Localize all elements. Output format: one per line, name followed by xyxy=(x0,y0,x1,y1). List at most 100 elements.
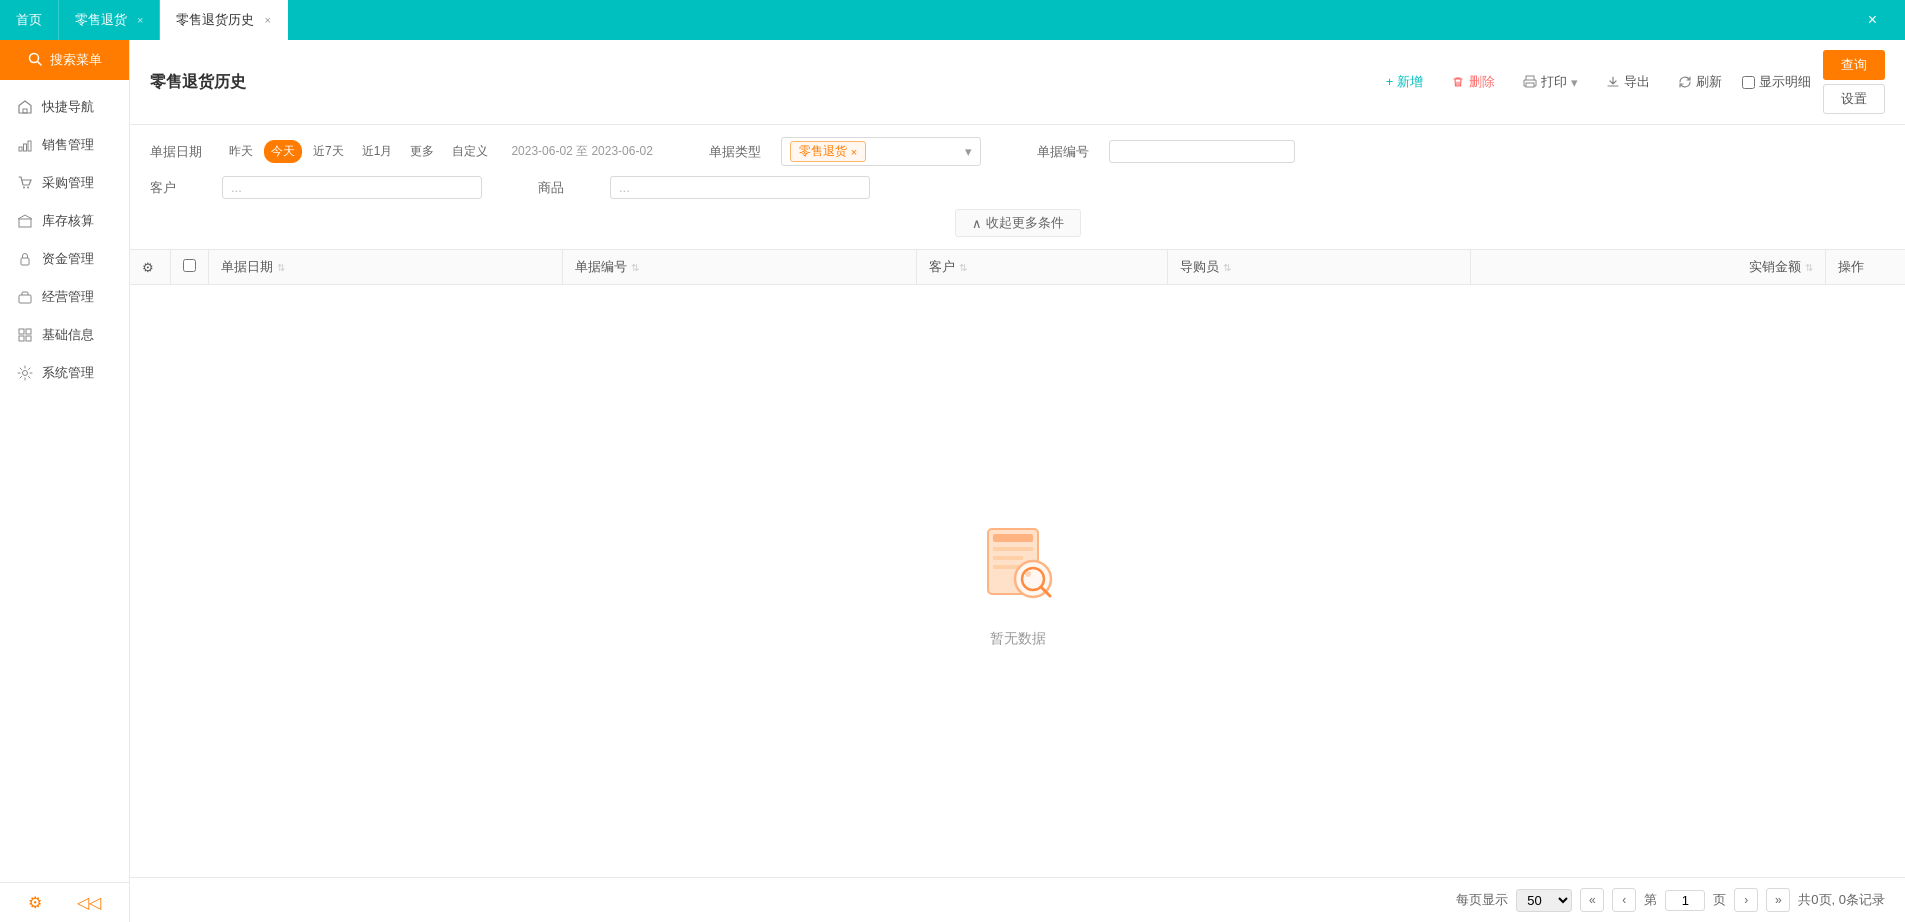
product-placeholder: ... xyxy=(619,180,630,195)
last-page-button[interactable]: » xyxy=(1766,888,1790,912)
svg-rect-9 xyxy=(21,258,29,265)
delete-button[interactable]: 删除 xyxy=(1443,69,1503,95)
sidebar: 搜索菜单 快捷导航 xyxy=(0,40,130,922)
svg-rect-5 xyxy=(28,141,31,151)
total-info: 共0页, 0条记录 xyxy=(1798,891,1885,909)
tab-retail-return-close[interactable]: × xyxy=(137,14,143,26)
page-header: 零售退货历史 + 新增 删除 打印 ▾ xyxy=(130,40,1905,125)
delete-icon xyxy=(1451,75,1465,89)
th-action: 操作 xyxy=(1825,250,1905,285)
tab-home[interactable]: 首页 xyxy=(0,0,59,40)
svg-rect-12 xyxy=(26,329,31,334)
filter-row-2: 客户 ... 商品 ... xyxy=(150,176,1885,199)
svg-rect-20 xyxy=(993,547,1033,551)
svg-rect-19 xyxy=(993,534,1033,542)
date-label: 单据日期 xyxy=(150,143,206,161)
page-input[interactable] xyxy=(1665,890,1705,911)
display-toggle: 显示明细 xyxy=(1742,73,1811,91)
tab-retail-return-history[interactable]: 零售退货历史 × xyxy=(160,0,287,40)
svg-point-7 xyxy=(27,187,29,189)
window-close-button[interactable]: × xyxy=(1856,11,1889,29)
doctype-select[interactable]: 零售退货 × ▾ xyxy=(781,137,981,166)
svg-rect-3 xyxy=(19,147,22,151)
new-button[interactable]: + 新增 xyxy=(1378,69,1431,95)
customer-select[interactable]: ... xyxy=(222,176,482,199)
product-label: 商品 xyxy=(538,179,594,197)
shopping-icon xyxy=(16,174,34,192)
date-btn-1month[interactable]: 近1月 xyxy=(355,140,400,163)
search-icon xyxy=(28,52,42,69)
th-guide: 导购员 ⇅ xyxy=(1168,250,1471,285)
page-unit: 页 xyxy=(1713,891,1726,909)
sort-icon-date: ⇅ xyxy=(277,262,285,273)
collapse-icon: ∧ xyxy=(972,216,982,231)
table-header-row: ⚙ 单据日期 ⇅ 单据编号 xyxy=(130,250,1905,285)
tab-retail-return-history-close[interactable]: × xyxy=(264,14,270,26)
sidebar-item-quick-nav[interactable]: 快捷导航 xyxy=(0,88,129,126)
empty-state: 暂无数据 xyxy=(130,285,1905,877)
tab-retail-return[interactable]: 零售退货 × xyxy=(59,0,160,40)
date-shortcuts: 昨天 今天 近7天 近1月 更多 自定义 xyxy=(222,140,495,163)
sound-icon[interactable]: ◁◁ xyxy=(77,893,101,912)
svg-rect-10 xyxy=(19,295,31,303)
date-btn-custom[interactable]: 自定义 xyxy=(445,140,495,163)
doctype-label: 单据类型 xyxy=(709,143,765,161)
main-layout: 搜索菜单 快捷导航 xyxy=(0,40,1905,922)
tab-retail-return-label: 零售退货 xyxy=(75,11,127,29)
content-area: 零售退货历史 + 新增 删除 打印 ▾ xyxy=(130,40,1905,922)
sidebar-item-purchase[interactable]: 采购管理 xyxy=(0,164,129,202)
th-customer: 客户 ⇅ xyxy=(917,250,1168,285)
sidebar-item-label: 库存核算 xyxy=(42,212,94,230)
setting-button[interactable]: 设置 xyxy=(1823,84,1885,114)
sort-icon-docnum: ⇅ xyxy=(631,262,639,273)
doctype-tag-close[interactable]: × xyxy=(851,146,857,158)
refresh-icon xyxy=(1678,75,1692,89)
grid-icon xyxy=(16,326,34,344)
sidebar-item-operations[interactable]: 经营管理 xyxy=(0,278,129,316)
sort-icon-amount: ⇅ xyxy=(1805,262,1813,273)
svg-point-26 xyxy=(1025,571,1031,577)
sidebar-item-label: 资金管理 xyxy=(42,250,94,268)
sidebar-menu: 快捷导航 销售管理 xyxy=(0,80,129,882)
sidebar-item-basic-info[interactable]: 基础信息 xyxy=(0,316,129,354)
first-page-button[interactable]: « xyxy=(1580,888,1604,912)
print-arrow: ▾ xyxy=(1571,75,1578,90)
sidebar-item-label: 基础信息 xyxy=(42,326,94,344)
docnumber-input[interactable] xyxy=(1109,140,1295,163)
query-button[interactable]: 查询 xyxy=(1823,50,1885,80)
per-page-select[interactable]: 50 20 100 xyxy=(1516,889,1572,912)
svg-rect-11 xyxy=(19,329,24,334)
per-page-label: 每页显示 xyxy=(1456,891,1508,909)
collapse-button[interactable]: ∧ 收起更多条件 xyxy=(955,209,1081,237)
date-btn-yesterday[interactable]: 昨天 xyxy=(222,140,260,163)
sidebar-search[interactable]: 搜索菜单 xyxy=(0,40,129,80)
refresh-button[interactable]: 刷新 xyxy=(1670,69,1730,95)
sidebar-item-label: 快捷导航 xyxy=(42,98,94,116)
sidebar-item-sales[interactable]: 销售管理 xyxy=(0,126,129,164)
table-gear-icon[interactable]: ⚙ xyxy=(142,260,154,275)
sidebar-item-system[interactable]: 系统管理 xyxy=(0,354,129,392)
sidebar-bottom: ⚙ ◁◁ xyxy=(0,882,129,922)
th-docnum: 单据编号 ⇅ xyxy=(562,250,916,285)
sidebar-item-inventory[interactable]: 库存核算 xyxy=(0,202,129,240)
svg-point-15 xyxy=(23,371,28,376)
next-page-button[interactable]: › xyxy=(1734,888,1758,912)
product-select[interactable]: ... xyxy=(610,176,870,199)
home-icon xyxy=(16,98,34,116)
sidebar-item-finance[interactable]: 资金管理 xyxy=(0,240,129,278)
gear-bottom-icon[interactable]: ⚙ xyxy=(28,893,42,912)
header-actions: + 新增 删除 打印 ▾ xyxy=(1378,50,1885,114)
export-button[interactable]: 导出 xyxy=(1598,69,1658,95)
filter-area: 单据日期 昨天 今天 近7天 近1月 更多 自定义 2023-06-02 至 2… xyxy=(130,125,1905,250)
collapse-label: 收起更多条件 xyxy=(986,214,1064,232)
display-toggle-checkbox[interactable] xyxy=(1742,76,1755,89)
date-btn-more[interactable]: 更多 xyxy=(403,140,441,163)
sidebar-search-label: 搜索菜单 xyxy=(50,51,102,69)
prev-page-button[interactable]: ‹ xyxy=(1612,888,1636,912)
date-btn-today[interactable]: 今天 xyxy=(264,140,302,163)
select-all-checkbox[interactable] xyxy=(183,259,196,272)
tab-home-label: 首页 xyxy=(16,11,42,29)
pagination: 每页显示 50 20 100 « ‹ 第 页 › » 共0页, 0条记录 xyxy=(130,877,1905,922)
date-btn-7days[interactable]: 近7天 xyxy=(306,140,351,163)
print-button[interactable]: 打印 ▾ xyxy=(1515,69,1586,95)
